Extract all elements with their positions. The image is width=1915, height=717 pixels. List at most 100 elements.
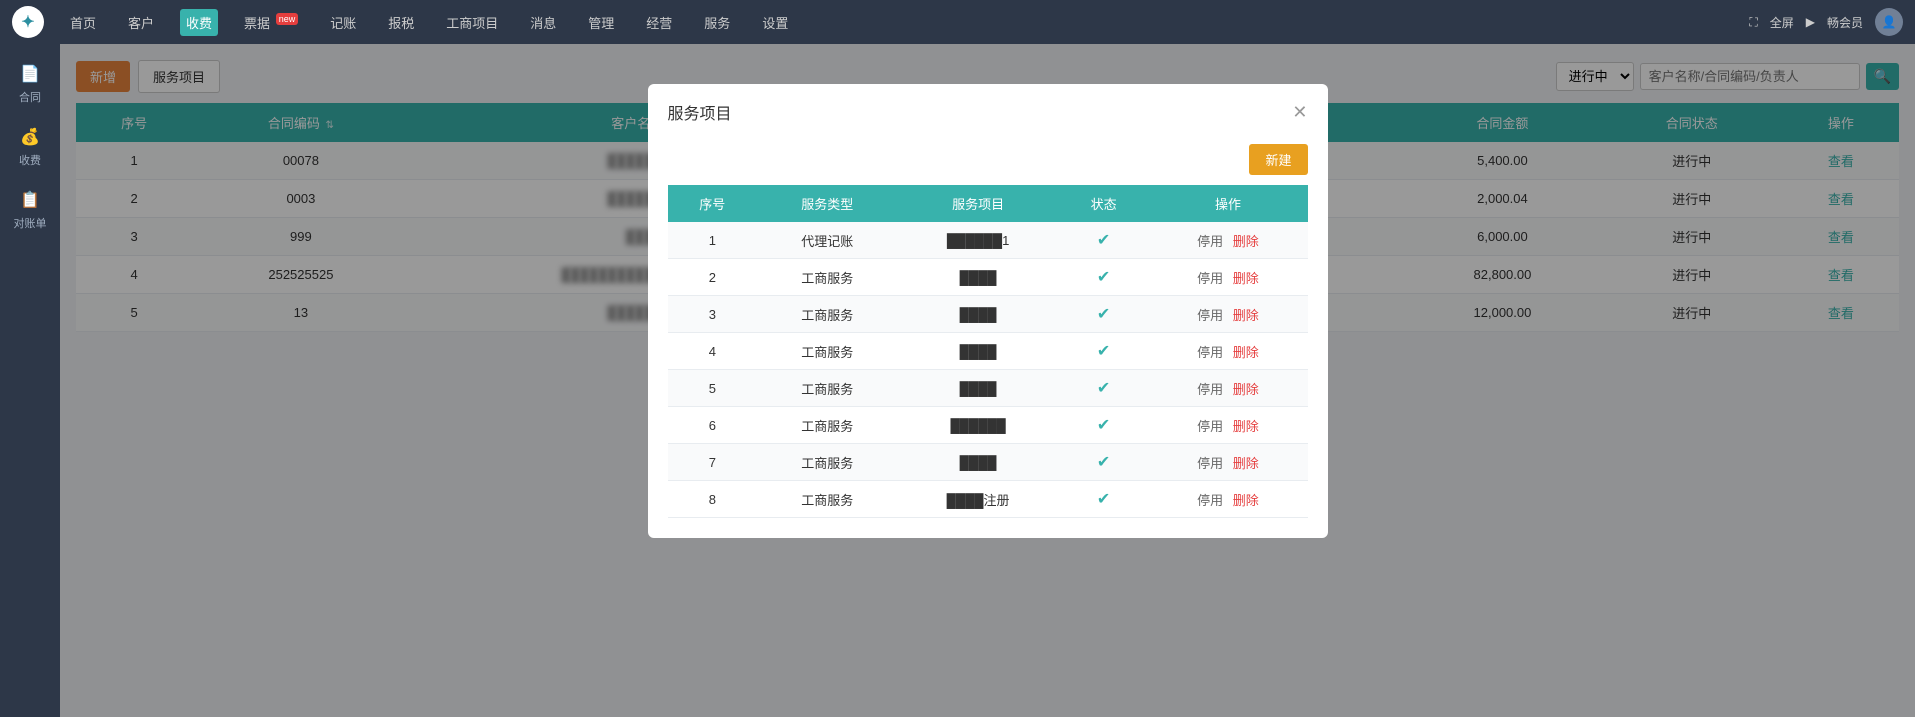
modal-cell-item: ██████ xyxy=(897,407,1058,444)
nav-operation[interactable]: 经营 xyxy=(640,9,678,36)
delete-button[interactable]: 删除 xyxy=(1233,456,1259,471)
modal-cell-item: ████ xyxy=(897,444,1058,481)
modal-col-status: 状态 xyxy=(1059,185,1149,222)
modal-table-row: 4 工商服务 ████ ✔ 停用 删除 xyxy=(668,333,1308,370)
logo: ✦ xyxy=(12,6,44,38)
modal-table-row: 3 工商服务 ████ ✔ 停用 删除 xyxy=(668,296,1308,333)
fullscreen-label[interactable]: 全屏 xyxy=(1770,14,1794,31)
delete-button[interactable]: 删除 xyxy=(1233,382,1259,397)
nav-message[interactable]: 消息 xyxy=(524,9,562,36)
modal-table-row: 2 工商服务 ████ ✔ 停用 删除 xyxy=(668,259,1308,296)
sidebar-item-contract[interactable]: 📄 合同 xyxy=(3,54,57,113)
modal-cell-type: 工商服务 xyxy=(757,444,897,481)
stop-button[interactable]: 停用 xyxy=(1197,382,1223,397)
delete-button[interactable]: 删除 xyxy=(1233,308,1259,323)
modal-col-action: 操作 xyxy=(1148,185,1307,222)
nav-service[interactable]: 服务 xyxy=(698,9,736,36)
status-icon: ✔ xyxy=(1097,343,1110,360)
modal-body: 新建 序号 服务类型 服务项目 状态 操作 1 代理记账 ██████1 ✔ xyxy=(648,134,1328,538)
delete-button[interactable]: 删除 xyxy=(1233,493,1259,508)
modal-col-type: 服务类型 xyxy=(757,185,897,222)
nav-tax[interactable]: 报税 xyxy=(382,9,420,36)
modal-cell-type: 工商服务 xyxy=(757,259,897,296)
stop-button[interactable]: 停用 xyxy=(1197,493,1223,508)
modal-cell-status: ✔ xyxy=(1059,481,1149,518)
modal-cell-status: ✔ xyxy=(1059,333,1149,370)
nav-manage[interactable]: 管理 xyxy=(582,9,620,36)
modal-cell-item: ████ xyxy=(897,370,1058,407)
modal-cell-seq: 7 xyxy=(668,444,758,481)
modal-cell-item: ████ xyxy=(897,333,1058,370)
modal-table-row: 6 工商服务 ██████ ✔ 停用 删除 xyxy=(668,407,1308,444)
modal-cell-type: 工商服务 xyxy=(757,370,897,407)
status-icon: ✔ xyxy=(1097,454,1110,471)
stop-button[interactable]: 停用 xyxy=(1197,271,1223,286)
status-icon: ✔ xyxy=(1097,380,1110,397)
modal-cell-type: 工商服务 xyxy=(757,407,897,444)
modal-cell-item: ████ xyxy=(897,296,1058,333)
modal-cell-seq: 8 xyxy=(668,481,758,518)
nav-bookkeeping[interactable]: 记账 xyxy=(324,9,362,36)
sidebar-item-fee[interactable]: 💰 收费 xyxy=(3,117,57,176)
modal-close-button[interactable]: ✕ xyxy=(1292,103,1307,121)
modal-cell-action[interactable]: 停用 删除 xyxy=(1148,370,1307,407)
modal-cell-type: 工商服务 xyxy=(757,296,897,333)
modal-cell-seq: 4 xyxy=(668,333,758,370)
stop-button[interactable]: 停用 xyxy=(1197,419,1223,434)
modal-cell-seq: 1 xyxy=(668,222,758,259)
stop-button[interactable]: 停用 xyxy=(1197,456,1223,471)
modal-table: 序号 服务类型 服务项目 状态 操作 1 代理记账 ██████1 ✔ 停用 删… xyxy=(668,185,1308,518)
member-label[interactable]: 畅会员 xyxy=(1827,14,1863,31)
contract-icon: 📄 xyxy=(18,62,42,86)
modal-cell-action[interactable]: 停用 删除 xyxy=(1148,481,1307,518)
modal-cell-type: 工商服务 xyxy=(757,481,897,518)
nav-business[interactable]: 工商项目 xyxy=(440,9,504,36)
modal-cell-status: ✔ xyxy=(1059,296,1149,333)
modal-cell-action[interactable]: 停用 删除 xyxy=(1148,259,1307,296)
modal-new-button[interactable]: 新建 xyxy=(1249,144,1307,175)
modal-cell-status: ✔ xyxy=(1059,222,1149,259)
modal-col-seq: 序号 xyxy=(668,185,758,222)
modal-cell-item: ████注册 xyxy=(897,481,1058,518)
modal-cell-status: ✔ xyxy=(1059,407,1149,444)
modal-title: 服务项目 xyxy=(668,100,732,124)
nav-invoice[interactable]: 票据 new xyxy=(238,9,304,36)
avatar[interactable]: 👤 xyxy=(1875,8,1903,36)
modal-cell-status: ✔ xyxy=(1059,259,1149,296)
modal-cell-status: ✔ xyxy=(1059,370,1149,407)
status-icon: ✔ xyxy=(1097,269,1110,286)
stop-button[interactable]: 停用 xyxy=(1197,308,1223,323)
modal-cell-action[interactable]: 停用 删除 xyxy=(1148,222,1307,259)
delete-button[interactable]: 删除 xyxy=(1233,345,1259,360)
modal-cell-seq: 5 xyxy=(668,370,758,407)
delete-button[interactable]: 删除 xyxy=(1233,419,1259,434)
modal-col-item: 服务项目 xyxy=(897,185,1058,222)
nav-settings[interactable]: 设置 xyxy=(756,9,794,36)
new-badge: new xyxy=(276,13,299,25)
delete-button[interactable]: 删除 xyxy=(1233,234,1259,249)
status-icon: ✔ xyxy=(1097,232,1110,249)
sidebar-item-reconcile[interactable]: 📋 对账单 xyxy=(3,180,57,239)
modal-overlay: 服务项目 ✕ 新建 序号 服务类型 服务项目 状态 操作 1 xyxy=(60,44,1915,717)
nav-client[interactable]: 客户 xyxy=(122,9,160,36)
modal-cell-action[interactable]: 停用 删除 xyxy=(1148,444,1307,481)
fullscreen-icon[interactable]: ⛶ xyxy=(1749,15,1757,30)
nav-fee[interactable]: 收费 xyxy=(180,9,218,36)
status-icon: ✔ xyxy=(1097,491,1110,508)
modal-cell-seq: 6 xyxy=(668,407,758,444)
stop-button[interactable]: 停用 xyxy=(1197,345,1223,360)
modal-toolbar: 新建 xyxy=(668,144,1308,175)
video-icon: ▶ xyxy=(1806,15,1815,29)
delete-button[interactable]: 删除 xyxy=(1233,271,1259,286)
modal-cell-item: ██████1 xyxy=(897,222,1058,259)
modal-cell-action[interactable]: 停用 删除 xyxy=(1148,296,1307,333)
modal-cell-action[interactable]: 停用 删除 xyxy=(1148,407,1307,444)
nav-home[interactable]: 首页 xyxy=(64,9,102,36)
sidebar: 📄 合同 💰 收费 📋 对账单 xyxy=(0,44,60,717)
right-actions: ⛶ 全屏 ▶ 畅会员 👤 xyxy=(1749,8,1903,36)
modal-cell-type: 工商服务 xyxy=(757,333,897,370)
status-icon: ✔ xyxy=(1097,417,1110,434)
stop-button[interactable]: 停用 xyxy=(1197,234,1223,249)
modal-cell-action[interactable]: 停用 删除 xyxy=(1148,333,1307,370)
modal-table-row: 5 工商服务 ████ ✔ 停用 删除 xyxy=(668,370,1308,407)
